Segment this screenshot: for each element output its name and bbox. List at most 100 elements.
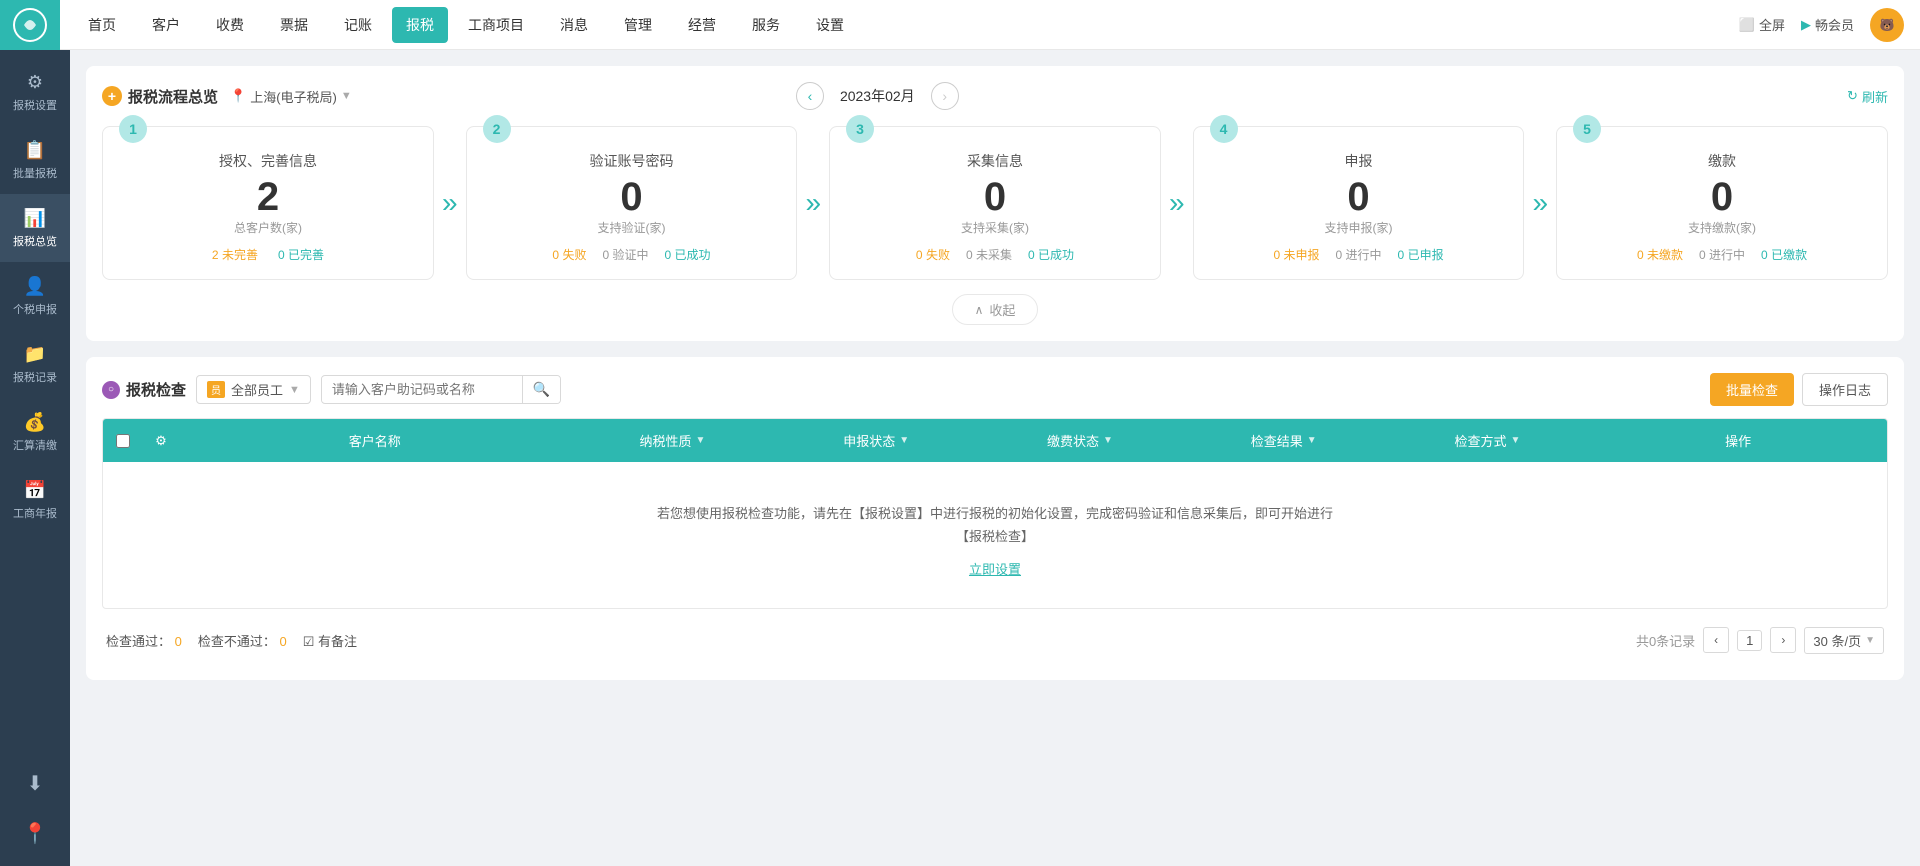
step3-stat-pending[interactable]: 0 未采集 (966, 246, 1012, 263)
table-header: ⚙ 客户名称 纳税性质 ▼ 申报状态 ▼ 缴费状态 ▼ (103, 419, 1887, 462)
step2-stat-pending[interactable]: 0 验证中 (602, 246, 648, 263)
filter-icon-3: ▼ (1103, 435, 1113, 446)
refresh-icon: ↻ (1847, 88, 1858, 104)
play-icon: ▶ (1801, 17, 1811, 33)
step-card-1: 1 授权、完善信息 2 总客户数(家) 2 未完善 0 已完善 (102, 126, 434, 280)
search-button[interactable]: 🔍 (522, 376, 560, 403)
step-arrow-1: » (434, 187, 466, 219)
sidebar-item-settlement[interactable]: 💰 汇算清缴 (0, 398, 70, 466)
step4-stat-pending[interactable]: 0 进行中 (1335, 246, 1381, 263)
collapse-icon: ∧ (975, 303, 984, 317)
nav-item-message[interactable]: 消息 (542, 0, 606, 50)
step-arrow-4: » (1524, 187, 1556, 219)
th-payment-status[interactable]: 缴费状态 ▼ (978, 419, 1182, 462)
step2-stat-success[interactable]: 0 已成功 (665, 246, 711, 263)
operation-log-button[interactable]: 操作日志 (1802, 373, 1888, 406)
nav-item-invoice[interactable]: 票据 (262, 0, 326, 50)
per-page-select[interactable]: 30 条/页 ▼ (1804, 627, 1884, 654)
nav-item-client[interactable]: 客户 (134, 0, 198, 50)
tax-settings-icon: ⚙ (27, 72, 43, 93)
nav-item-accounting[interactable]: 记账 (326, 0, 390, 50)
nav-item-settings[interactable]: 设置 (798, 0, 862, 50)
search-input[interactable] (322, 377, 522, 402)
th-client-name: 客户名称 (179, 419, 571, 462)
sidebar-item-location[interactable]: 📍 (0, 808, 70, 858)
step4-stat-success[interactable]: 0 已申报 (1398, 246, 1444, 263)
overview-card: + 报税流程总览 📍 上海(电子税局) ▼ ‹ 2023年02月 › ↻ 刷新 (86, 66, 1904, 341)
prev-month-btn[interactable]: ‹ (796, 82, 824, 110)
avatar[interactable]: 🐻 (1870, 8, 1904, 42)
sidebar-item-download[interactable]: ⬇ (0, 758, 70, 808)
step-count-2: 0 (620, 175, 642, 219)
collapse-bar: ∧ 收起 (102, 280, 1888, 325)
sidebar-item-tax-record[interactable]: 📁 报税记录 (0, 330, 70, 398)
step-card-3: 3 采集信息 0 支持采集(家) 0 失败 0 未采集 (829, 126, 1161, 280)
step3-stat-success[interactable]: 0 已成功 (1028, 246, 1074, 263)
location-tag-icon: 📍 (230, 88, 246, 104)
batch-check-button[interactable]: 批量检查 (1710, 373, 1794, 406)
step-num-4: 4 (1210, 115, 1238, 143)
refresh-btn[interactable]: ↻ 刷新 (1847, 87, 1888, 106)
employee-filter[interactable]: 员 全部员工 ▼ (196, 375, 311, 404)
nav-item-fee[interactable]: 收费 (198, 0, 262, 50)
per-page-chevron-icon: ▼ (1865, 635, 1875, 646)
membership-btn[interactable]: ▶ 畅会员 (1801, 15, 1854, 34)
sidebar-item-personal-tax[interactable]: 👤 个税申报 (0, 262, 70, 330)
step5-stat-success[interactable]: 0 已缴款 (1761, 246, 1807, 263)
th-check-method[interactable]: 检查方式 ▼ (1386, 419, 1590, 462)
plus-circle-icon: + (102, 86, 122, 106)
personal-tax-icon: 👤 (24, 276, 46, 297)
step4-stat-fail[interactable]: 0 未申报 (1273, 246, 1319, 263)
th-settings[interactable]: ⚙ (143, 419, 179, 462)
prev-page-btn[interactable]: ‹ (1703, 627, 1729, 653)
table-container: ⚙ 客户名称 纳税性质 ▼ 申报状态 ▼ 缴费状态 ▼ (102, 418, 1888, 609)
step-count-3: 0 (984, 175, 1006, 219)
settlement-icon: 💰 (24, 412, 46, 433)
step-title-5: 缴款 (1708, 151, 1736, 171)
check-fail-link[interactable]: 0 (280, 634, 287, 649)
nav-item-operation[interactable]: 经营 (670, 0, 734, 50)
collapse-btn[interactable]: ∧ 收起 (952, 294, 1039, 325)
sidebar-item-batch-tax[interactable]: 📋 批量报税 (0, 126, 70, 194)
step-title-1: 授权、完善信息 (219, 151, 317, 171)
step3-stat-fail[interactable]: 0 失败 (916, 246, 950, 263)
check-pass-stat: 检查通过： 0 (106, 631, 182, 650)
filter-tag-icon: 员 (207, 381, 225, 398)
nav-right: ⬜ 全屏 ▶ 畅会员 🐻 (1739, 8, 1920, 42)
check-circle-icon: ○ (102, 381, 120, 399)
step-count-4: 0 (1347, 175, 1369, 219)
step1-stat-fail[interactable]: 2 未完善 (212, 246, 258, 263)
logo (0, 0, 60, 50)
check-header: ○ 报税检查 员 全部员工 ▼ 🔍 批量检查 操作日志 (102, 373, 1888, 406)
sidebar-item-annual-report[interactable]: 📅 工商年报 (0, 466, 70, 534)
next-month-btn[interactable]: › (931, 82, 959, 110)
tax-overview-icon: 📊 (24, 208, 46, 229)
sidebar-item-tax-overview[interactable]: 📊 报税总览 (0, 194, 70, 262)
th-declare-status[interactable]: 申报状态 ▼ (774, 419, 978, 462)
step5-stat-fail[interactable]: 0 未缴款 (1637, 246, 1683, 263)
th-check-result[interactable]: 检查结果 ▼ (1182, 419, 1386, 462)
th-tax-nature[interactable]: 纳税性质 ▼ (571, 419, 775, 462)
overview-title: + 报税流程总览 (102, 86, 218, 107)
nav-item-home[interactable]: 首页 (70, 0, 134, 50)
location-tag[interactable]: 📍 上海(电子税局) ▼ (230, 87, 352, 106)
tax-check-section: ○ 报税检查 员 全部员工 ▼ 🔍 批量检查 操作日志 (86, 357, 1904, 680)
table-footer: 检查通过： 0 检查不通过： 0 ☑ 有备注 共0条记录 ‹ 1 › 30 条/ (102, 617, 1888, 664)
sidebar-item-tax-settings[interactable]: ⚙ 报税设置 (0, 58, 70, 126)
th-checkbox[interactable] (103, 419, 143, 462)
next-page-btn[interactable]: › (1770, 627, 1796, 653)
nav-item-service[interactable]: 服务 (734, 0, 798, 50)
nav-item-tax[interactable]: 报税 (392, 7, 448, 43)
check-title: ○ 报税检查 (102, 379, 186, 400)
setup-link[interactable]: 立即设置 (969, 559, 1021, 578)
select-all-checkbox[interactable] (116, 434, 130, 448)
check-pass-link[interactable]: 0 (175, 634, 182, 649)
nav-item-business[interactable]: 工商项目 (450, 0, 542, 50)
step-stats-5: 0 未缴款 0 进行中 0 已缴款 (1637, 246, 1807, 263)
step2-stat-fail[interactable]: 0 失败 (552, 246, 586, 263)
month-nav: ‹ 2023年02月 › (796, 82, 959, 110)
step5-stat-pending[interactable]: 0 进行中 (1699, 246, 1745, 263)
step1-stat-success[interactable]: 0 已完善 (278, 246, 324, 263)
nav-item-admin[interactable]: 管理 (606, 0, 670, 50)
fullscreen-btn[interactable]: ⬜ 全屏 (1739, 15, 1785, 34)
